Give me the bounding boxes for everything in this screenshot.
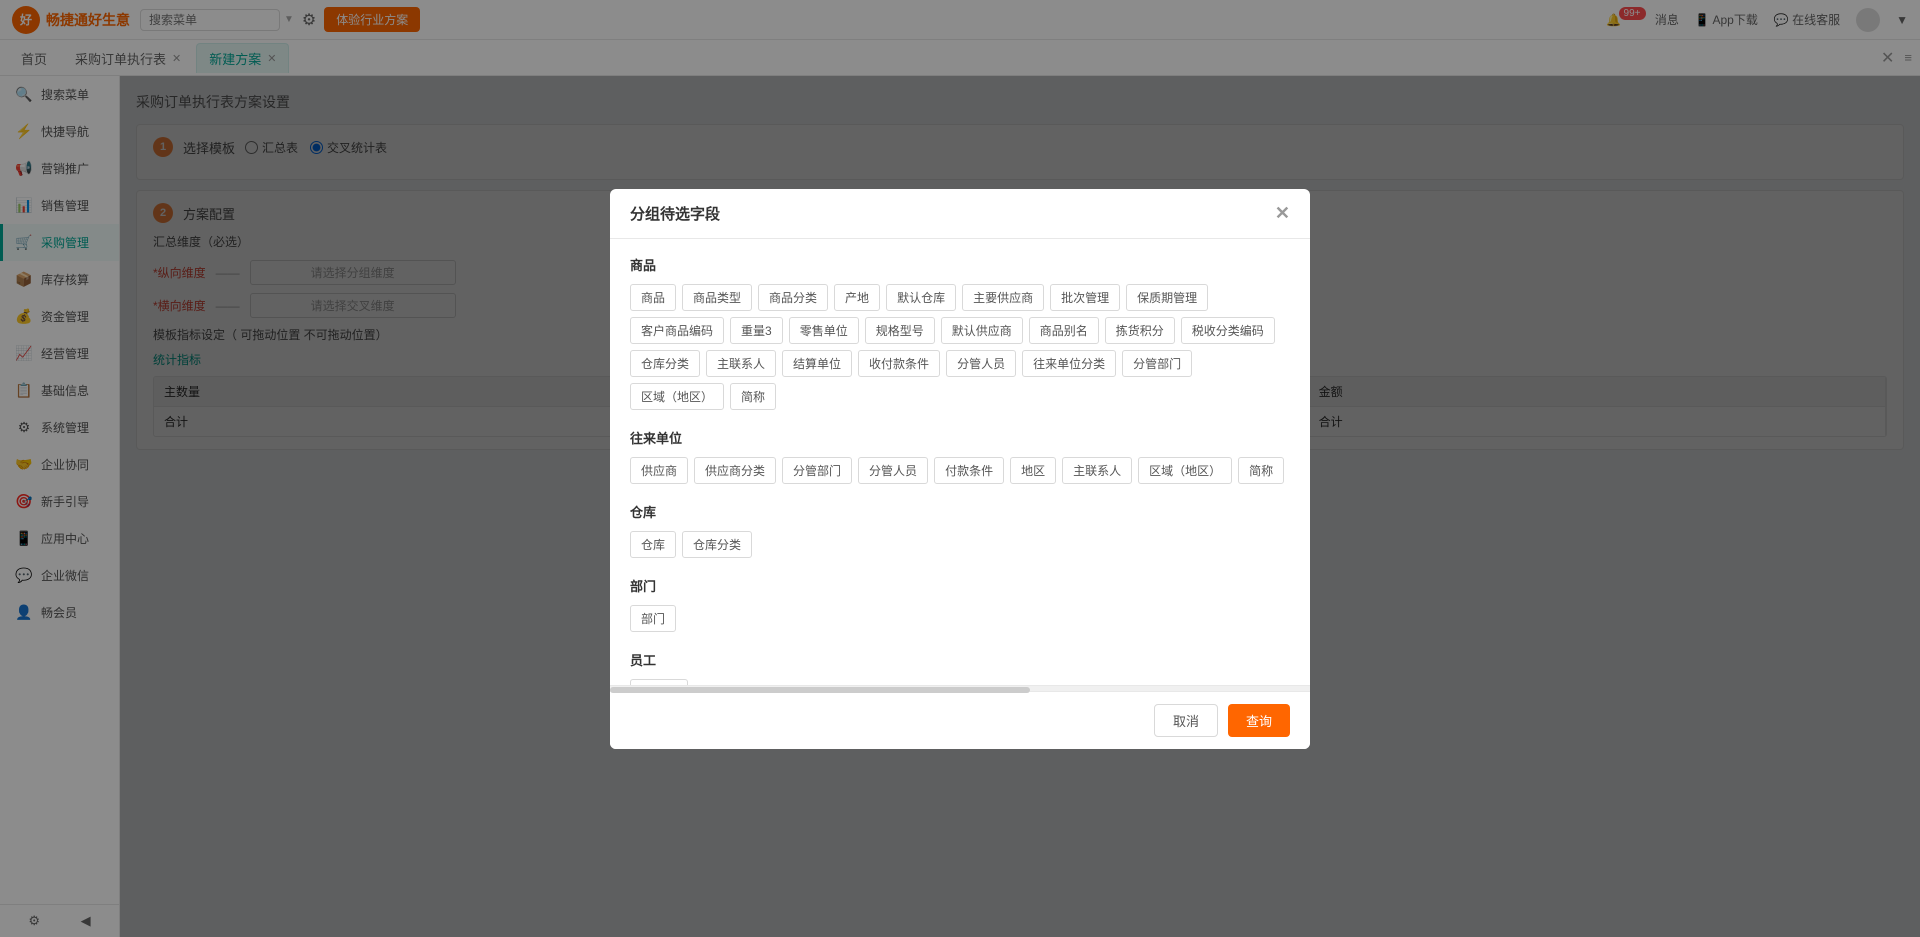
field-tag[interactable]: 分管人员	[946, 350, 1016, 377]
section-dept-fields: 部门	[630, 605, 1290, 632]
field-tag[interactable]: 批次管理	[1050, 284, 1120, 311]
field-tag[interactable]: 地区	[1010, 457, 1056, 484]
field-tag[interactable]: 保质期管理	[1126, 284, 1208, 311]
field-tag[interactable]: 默认仓库	[886, 284, 956, 311]
modal-hscroll-thumb	[610, 687, 1030, 693]
section-staff-title: 员工	[630, 650, 1290, 669]
field-tag[interactable]: 商品分类	[758, 284, 828, 311]
field-tag[interactable]: 分管部门	[1122, 350, 1192, 377]
field-tag[interactable]: 客户商品编码	[630, 317, 724, 344]
modal-overlay: 分组待选字段 ✕ 商品 商品 商品类型 商品分类 产地 默认仓库 主要供应商 批…	[0, 0, 1920, 937]
field-tag[interactable]: 主联系人	[706, 350, 776, 377]
section-partner-title: 往来单位	[630, 428, 1290, 447]
field-tag[interactable]: 重量3	[730, 317, 783, 344]
modal-title: 分组待选字段	[630, 203, 720, 224]
field-tag[interactable]: 分管人员	[858, 457, 928, 484]
section-partner-fields: 供应商 供应商分类 分管部门 分管人员 付款条件 地区 主联系人 区域（地区） …	[630, 457, 1290, 484]
section-warehouse-fields: 仓库 仓库分类	[630, 531, 1290, 558]
field-tag[interactable]: 收付款条件	[858, 350, 940, 377]
section-dept-title: 部门	[630, 576, 1290, 595]
modal-close-icon[interactable]: ✕	[1275, 204, 1290, 222]
field-tag[interactable]: 主联系人	[1062, 457, 1132, 484]
field-tag[interactable]: 区域（地区）	[1138, 457, 1232, 484]
modal-group-fields: 分组待选字段 ✕ 商品 商品 商品类型 商品分类 产地 默认仓库 主要供应商 批…	[610, 189, 1310, 749]
section-staff: 员工 业务员	[630, 650, 1290, 685]
section-warehouse-title: 仓库	[630, 502, 1290, 521]
field-tag[interactable]: 供应商分类	[694, 457, 776, 484]
field-tag[interactable]: 结算单位	[782, 350, 852, 377]
section-dept: 部门 部门	[630, 576, 1290, 632]
field-tag[interactable]: 付款条件	[934, 457, 1004, 484]
field-tag[interactable]: 默认供应商	[941, 317, 1023, 344]
field-tag[interactable]: 分管部门	[782, 457, 852, 484]
modal-hscroll[interactable]	[610, 685, 1310, 691]
section-partner: 往来单位 供应商 供应商分类 分管部门 分管人员 付款条件 地区 主联系人 区域…	[630, 428, 1290, 484]
field-tag[interactable]: 部门	[630, 605, 676, 632]
field-tag[interactable]: 零售单位	[789, 317, 859, 344]
section-goods: 商品 商品 商品类型 商品分类 产地 默认仓库 主要供应商 批次管理 保质期管理…	[630, 255, 1290, 410]
field-tag[interactable]: 产地	[834, 284, 880, 311]
field-tag[interactable]: 规格型号	[865, 317, 935, 344]
field-tag[interactable]: 仓库	[630, 531, 676, 558]
field-tag[interactable]: 仓库分类	[682, 531, 752, 558]
section-goods-fields: 商品 商品类型 商品分类 产地 默认仓库 主要供应商 批次管理 保质期管理 客户…	[630, 284, 1290, 410]
field-tag[interactable]: 供应商	[630, 457, 688, 484]
field-tag[interactable]: 拣货积分	[1105, 317, 1175, 344]
field-tag[interactable]: 简称	[1238, 457, 1284, 484]
section-warehouse: 仓库 仓库 仓库分类	[630, 502, 1290, 558]
field-tag[interactable]: 商品	[630, 284, 676, 311]
field-tag[interactable]: 区域（地区）	[630, 383, 724, 410]
field-tag[interactable]: 往来单位分类	[1022, 350, 1116, 377]
field-tag[interactable]: 简称	[730, 383, 776, 410]
modal-header: 分组待选字段 ✕	[610, 189, 1310, 239]
cancel-button[interactable]: 取消	[1154, 704, 1218, 737]
modal-body: 商品 商品 商品类型 商品分类 产地 默认仓库 主要供应商 批次管理 保质期管理…	[610, 239, 1310, 685]
field-tag[interactable]: 税收分类编码	[1181, 317, 1275, 344]
field-tag[interactable]: 仓库分类	[630, 350, 700, 377]
field-tag[interactable]: 主要供应商	[962, 284, 1044, 311]
section-goods-title: 商品	[630, 255, 1290, 274]
field-tag[interactable]: 商品别名	[1029, 317, 1099, 344]
confirm-button[interactable]: 查询	[1228, 704, 1290, 737]
field-tag[interactable]: 商品类型	[682, 284, 752, 311]
